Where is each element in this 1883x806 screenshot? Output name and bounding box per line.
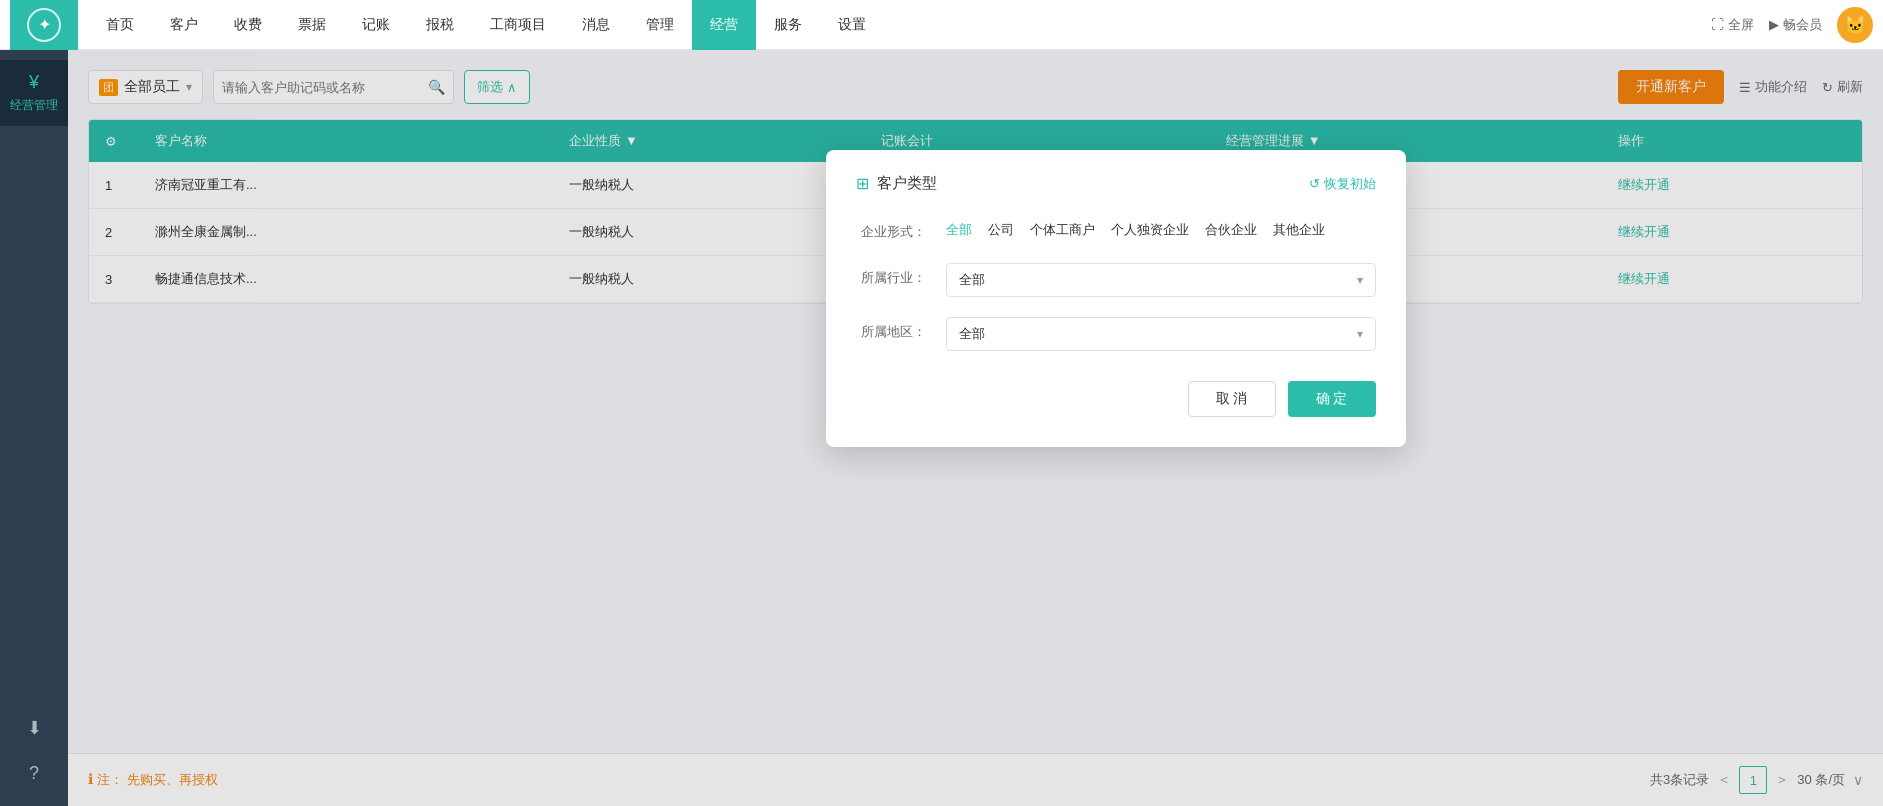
nav-right: ⛶ 全屏 ▶ 畅会员 🐱: [1711, 7, 1873, 43]
option-partnership[interactable]: 合伙企业: [1205, 217, 1257, 243]
nav-manage[interactable]: 管理: [628, 0, 692, 50]
region-arrow-icon: ▾: [1357, 327, 1363, 341]
nav-bills[interactable]: 票据: [280, 0, 344, 50]
yuan-icon: ¥: [29, 72, 39, 93]
dialog-title: ⊞ 客户类型: [856, 174, 937, 193]
region-select: 全部 ▾: [946, 317, 1376, 351]
sidebar-download[interactable]: ⬇: [0, 705, 68, 751]
region-label: 所属地区：: [856, 317, 926, 341]
logo: ✦: [10, 0, 78, 50]
option-company[interactable]: 公司: [988, 217, 1014, 243]
sidebar-item-label: 经营管理: [10, 97, 58, 114]
avatar[interactable]: 🐱: [1837, 7, 1873, 43]
confirm-button[interactable]: 确 定: [1288, 381, 1376, 417]
dialog-title-text: 客户类型: [877, 174, 937, 193]
option-other[interactable]: 其他企业: [1273, 217, 1325, 243]
region-form-row: 所属地区： 全部 ▾: [856, 317, 1376, 351]
industry-value: 全部: [959, 271, 985, 289]
reset-icon: ↺: [1309, 176, 1320, 191]
fullscreen-label: 全屏: [1728, 16, 1754, 34]
industry-label: 所属行业：: [856, 263, 926, 287]
industry-form-row: 所属行业： 全部 ▾: [856, 263, 1376, 297]
industry-select-box[interactable]: 全部 ▾: [946, 263, 1376, 297]
nav-fee[interactable]: 收费: [216, 0, 280, 50]
nav-operation[interactable]: 经营: [692, 0, 756, 50]
fullscreen-icon: ⛶: [1711, 17, 1724, 32]
nav-message[interactable]: 消息: [564, 0, 628, 50]
reset-button[interactable]: ↺ 恢复初始: [1309, 175, 1376, 193]
option-individual[interactable]: 个体工商户: [1030, 217, 1095, 243]
sidebar-bottom: ⬇ ?: [0, 705, 68, 806]
nav-business[interactable]: 工商项目: [472, 0, 564, 50]
nav-home[interactable]: 首页: [88, 0, 152, 50]
region-select-box[interactable]: 全部 ▾: [946, 317, 1376, 351]
cancel-button[interactable]: 取 消: [1188, 381, 1276, 417]
nav-customer[interactable]: 客户: [152, 0, 216, 50]
help-icon: ?: [29, 763, 39, 784]
reset-label: 恢复初始: [1324, 175, 1376, 193]
vip-btn[interactable]: ▶ 畅会员: [1769, 16, 1822, 34]
industry-arrow-icon: ▾: [1357, 273, 1363, 287]
logo-icon: ✦: [27, 8, 61, 42]
region-value: 全部: [959, 325, 985, 343]
nav-bookkeeping[interactable]: 记账: [344, 0, 408, 50]
sidebar-help[interactable]: ?: [0, 751, 68, 796]
vip-label: 畅会员: [1783, 16, 1822, 34]
dialog-header: ⊞ 客户类型 ↺ 恢复初始: [856, 174, 1376, 193]
nav-settings[interactable]: 设置: [820, 0, 884, 50]
top-navigation: ✦ 首页 客户 收费 票据 记账 报税 工商项目 消息 管理 经营 服务 设置 …: [0, 0, 1883, 50]
sidebar: ¥ 经营管理 ⬇ ?: [0, 50, 68, 806]
industry-select: 全部 ▾: [946, 263, 1376, 297]
download-icon: ⬇: [27, 717, 42, 739]
nav-tax[interactable]: 报税: [408, 0, 472, 50]
enterprise-options: 全部 公司 个体工商户 个人独资企业 合伙企业 其他企业: [946, 217, 1376, 243]
dialog-title-icon: ⊞: [856, 174, 869, 193]
nav-service[interactable]: 服务: [756, 0, 820, 50]
fullscreen-btn[interactable]: ⛶ 全屏: [1711, 16, 1754, 34]
enterprise-form-row: 企业形式： 全部 公司 个体工商户 个人独资企业 合伙企业 其他企业: [856, 217, 1376, 243]
enterprise-form-label: 企业形式：: [856, 217, 926, 241]
filter-dialog: ⊞ 客户类型 ↺ 恢复初始 企业形式： 全部 公司 个体工商户 个人独资企业 合…: [826, 150, 1406, 447]
sidebar-item-operation[interactable]: ¥ 经营管理: [0, 60, 68, 126]
dialog-footer: 取 消 确 定: [856, 381, 1376, 417]
option-sole[interactable]: 个人独资企业: [1111, 217, 1189, 243]
vip-icon: ▶: [1769, 17, 1779, 32]
nav-items: 首页 客户 收费 票据 记账 报税 工商项目 消息 管理 经营 服务 设置: [88, 0, 1711, 50]
option-all[interactable]: 全部: [946, 217, 972, 243]
